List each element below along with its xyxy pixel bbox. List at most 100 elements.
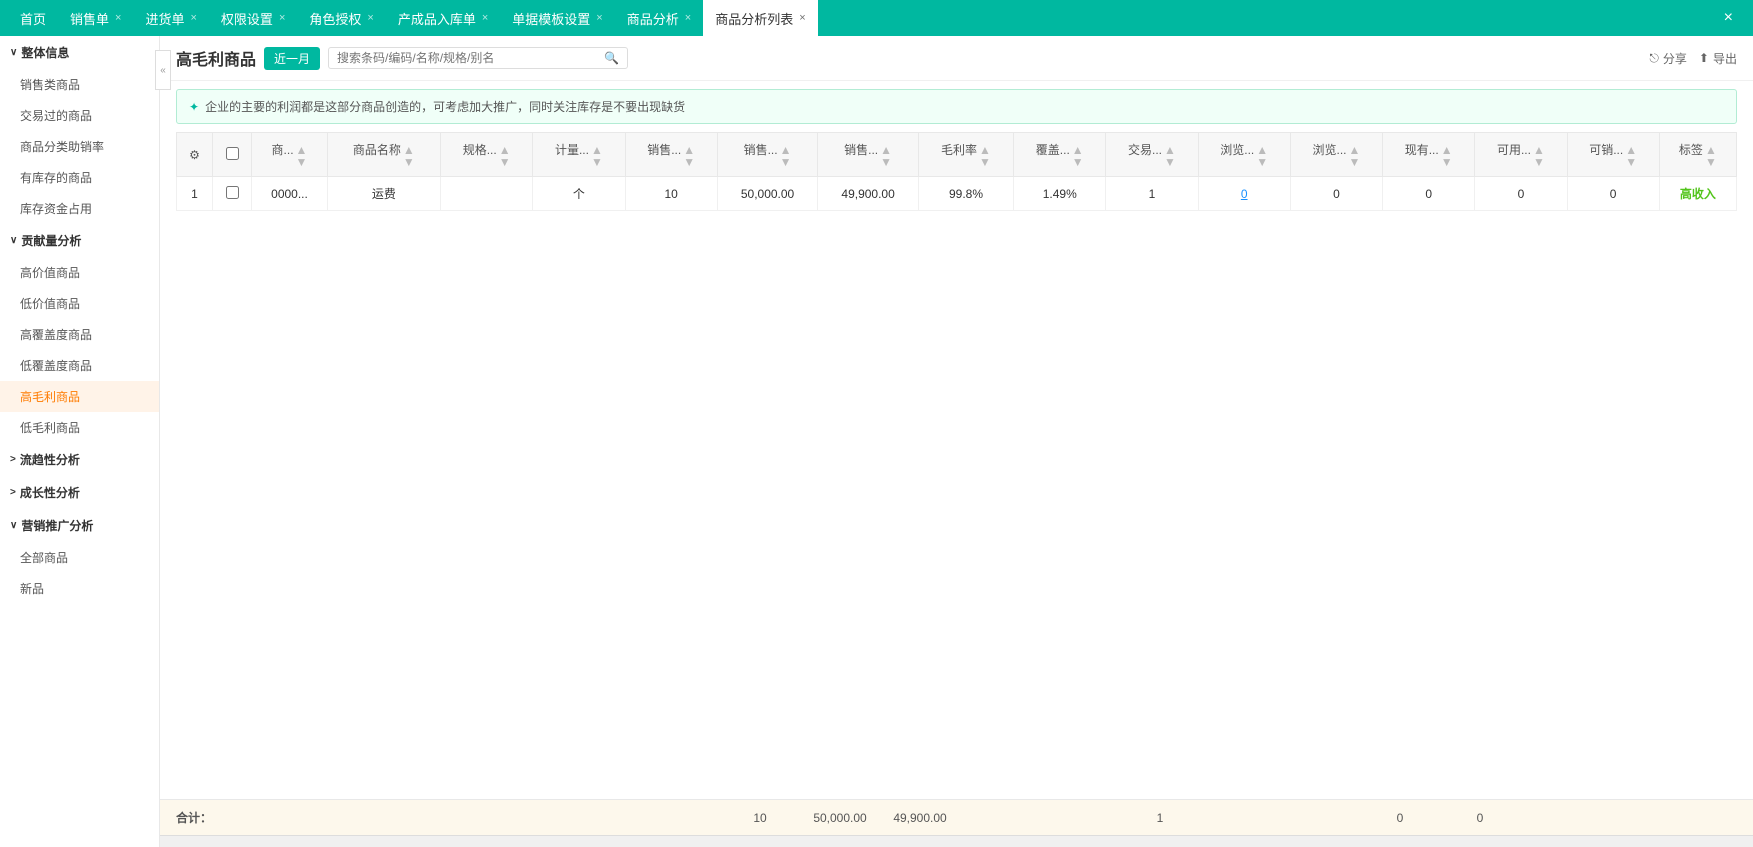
sort-icon: ▲▼ [1164,144,1176,168]
sidebar-item-有库存的商品[interactable]: 有库存的商品 [0,162,159,193]
nav-close-icon[interactable]: × [279,12,285,24]
col-header-sales_cost[interactable]: 销售...▲▼ [818,133,919,177]
info-banner: ✦ 企业的主要的利润都是这部分商品创造的，可考虑加大推广，同时关注库存是不要出现… [176,89,1737,124]
cell-checkbox[interactable] [212,177,251,211]
col-header-browse1[interactable]: 浏览...▲▼ [1198,133,1290,177]
nav-close-icon[interactable]: × [596,12,602,24]
sidebar-item-低覆盖度商品[interactable]: 低覆盖度商品 [0,350,159,381]
col-header-coverage[interactable]: 覆盖...▲▼ [1014,133,1106,177]
nav-item-进货单[interactable]: 进货单× [133,0,208,36]
nav-item-销售单[interactable]: 销售单× [58,0,133,36]
col-header-current_stock[interactable]: 现有...▲▼ [1383,133,1475,177]
col-header-unit[interactable]: 计量...▲▼ [533,133,625,177]
col-header-sellable_stock[interactable]: 可销...▲▼ [1567,133,1659,177]
col-header-code[interactable]: 商...▲▼ [252,133,327,177]
nav-close-icon[interactable]: × [799,12,805,24]
section-label: 营销推广分析 [21,517,93,534]
sort-icon: ▲▼ [780,144,792,168]
sidebar-item-库存资金占用[interactable]: 库存资金占用 [0,193,159,224]
search-input[interactable] [337,51,604,65]
section-arrow: ∨ [10,47,17,58]
browse-link[interactable]: 0 [1241,187,1248,201]
cell-code: 0000... [252,177,327,211]
nav-item-产成品入库单[interactable]: 产成品入库单× [386,0,500,36]
cell-sales_qty: 10 [625,177,717,211]
section-label: 成长性分析 [20,484,80,501]
sidebar-section-0[interactable]: ∨整体信息 [0,36,159,69]
export-label: 导出 [1713,50,1737,67]
cell-gross_margin: 99.8% [918,177,1013,211]
nav-close-icon[interactable]: × [685,12,691,24]
footer-label: 合计： [176,809,212,826]
nav-item-单据模板设置[interactable]: 单据模板设置× [500,0,614,36]
sidebar-section-1[interactable]: ∨ 贡献量分析 [0,224,159,257]
nav-item-商品分析列表[interactable]: 商品分析列表× [703,0,817,36]
sidebar-item-全部商品[interactable]: 全部商品 [0,542,159,573]
col-header-spec[interactable]: 规格...▲▼ [441,133,533,177]
footer-cell-available_stock: 0 [1440,811,1520,825]
sidebar-section-3[interactable]: >成长性分析 [0,476,159,509]
section-label: 贡献量分析 [21,232,81,249]
sidebar-item-低毛利商品[interactable]: 低毛利商品 [0,412,159,443]
nav-close-icon[interactable]: × [367,12,373,24]
period-button[interactable]: 近一月 [264,47,320,70]
cell-coverage: 1.49% [1014,177,1106,211]
cell-sellable_stock: 0 [1567,177,1659,211]
sidebar-section-2[interactable]: >流趋性分析 [0,443,159,476]
cell-name: 运费 [327,177,440,211]
horizontal-scrollbar[interactable] [160,835,1753,847]
main-layout: ∨整体信息销售类商品交易过的商品商品分类助销率有库存的商品库存资金占用 ∨ 贡献量分… [0,36,1753,847]
sidebar-item-高毛利商品[interactable]: 高毛利商品 [0,381,159,412]
sort-icon: ▲▼ [1625,144,1637,168]
sidebar-collapse-button[interactable]: « [155,50,171,90]
sidebar-item-交易过的商品[interactable]: 交易过的商品 [0,100,159,131]
col-header-gross_margin[interactable]: 毛利率▲▼ [918,133,1013,177]
col-header-available_stock[interactable]: 可用...▲▼ [1475,133,1567,177]
cell-spec [441,177,533,211]
sidebar-item-商品分类助销率[interactable]: 商品分类助销率 [0,131,159,162]
sort-icon: ▲▼ [683,144,695,168]
footer-cell-current_stock: 0 [1360,811,1440,825]
table-row: 10000...运费个1050,000.0049,900.0099.8%1.49… [177,177,1737,211]
sort-icon: ▲▼ [1441,144,1453,168]
footer-values: 1050,000.0049,900.00100 [240,811,1737,825]
nav-close-icon[interactable]: × [115,12,121,24]
export-button[interactable]: ⬆ 导出 [1699,50,1737,67]
nav-close-icon[interactable]: × [190,12,196,24]
settings-icon[interactable]: ⚙ [189,148,200,162]
sidebar-item-高覆盖度商品[interactable]: 高覆盖度商品 [0,319,159,350]
nav-item-商品分析[interactable]: 商品分析× [615,0,703,36]
row-checkbox[interactable] [226,186,239,199]
sort-icon: ▲▼ [296,144,308,168]
page-title: 高毛利商品 [176,46,256,70]
select-all-checkbox[interactable] [226,147,239,160]
nav-item-权限设置[interactable]: 权限设置× [209,0,297,36]
nav-item-首页[interactable]: 首页 [8,0,58,36]
data-table: ⚙商...▲▼商品名称▲▼规格...▲▼计量...▲▼销售...▲▼销售...▲… [176,132,1737,211]
header-actions: ⎋ 分享 ⬆ 导出 [1649,50,1737,67]
table-container[interactable]: ⚙商...▲▼商品名称▲▼规格...▲▼计量...▲▼销售...▲▼销售...▲… [160,132,1753,799]
sidebar-item-高价值商品[interactable]: 高价值商品 [0,257,159,288]
share-button[interactable]: ⎋ 分享 [1649,50,1687,67]
sidebar-item-新品[interactable]: 新品 [0,573,159,604]
nav-close-icon[interactable]: × [482,12,488,24]
sidebar-section-4[interactable]: ∨营销推广分析 [0,509,159,542]
col-header-name[interactable]: 商品名称▲▼ [327,133,440,177]
window-close-button[interactable]: × [1712,9,1745,27]
cell-available_stock: 0 [1475,177,1567,211]
col-header-tag[interactable]: 标签▲▼ [1659,133,1736,177]
col-header-sales_amount[interactable]: 销售...▲▼ [717,133,818,177]
sidebar-item-销售类商品[interactable]: 销售类商品 [0,69,159,100]
nav-item-角色授权[interactable]: 角色授权× [297,0,385,36]
sort-icon: ▲▼ [880,144,892,168]
share-label: 分享 [1663,50,1687,67]
section-arrow: ∨ [10,235,17,246]
cell-browse2: 0 [1290,177,1382,211]
sidebar-item-低价值商品[interactable]: 低价值商品 [0,288,159,319]
sort-icon: ▲▼ [1072,144,1084,168]
search-icon[interactable]: 🔍 [604,51,619,65]
col-header-transaction[interactable]: 交易...▲▼ [1106,133,1198,177]
col-header-browse2[interactable]: 浏览...▲▼ [1290,133,1382,177]
col-header-sales_qty[interactable]: 销售...▲▼ [625,133,717,177]
footer-bar: 合计： 1050,000.0049,900.00100 [160,799,1753,835]
